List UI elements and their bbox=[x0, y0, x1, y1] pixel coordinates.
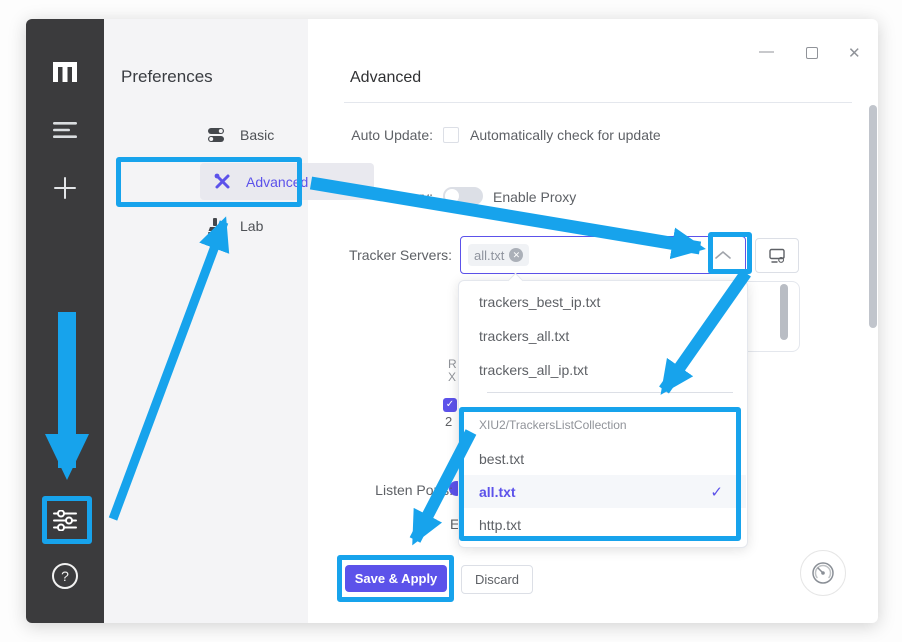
lab-icon bbox=[208, 218, 226, 234]
page-title: Advanced bbox=[350, 69, 421, 87]
proxy-toggle[interactable] bbox=[443, 187, 483, 205]
sidebar-item-label: Advanced bbox=[246, 174, 308, 190]
preferences-panel: Preferences Basic bbox=[104, 19, 308, 623]
tracker-servers-label: Tracker Servers: bbox=[292, 247, 452, 263]
tracker-servers-select[interactable]: all.txt ✕ bbox=[460, 236, 746, 274]
screenshot-root: ? Preferences Basic bbox=[0, 0, 902, 642]
sync-monitor-icon bbox=[768, 248, 786, 264]
occluded-hint-fragment: R bbox=[448, 357, 457, 371]
occluded-checkbox-fragment: ✓ bbox=[443, 398, 457, 412]
auto-update-checkbox-label[interactable]: Automatically check for update bbox=[470, 127, 661, 143]
tag-label: all.txt bbox=[474, 248, 504, 263]
proxy-label: Proxy: bbox=[273, 189, 433, 205]
toggle-knob bbox=[445, 189, 459, 203]
dropdown-item[interactable]: trackers_best_ip.txt bbox=[459, 285, 747, 319]
dropdown-item[interactable]: trackers_all_ip.txt bbox=[459, 353, 747, 387]
sidebar-item-label: Basic bbox=[240, 127, 274, 143]
sidebar-item-label: Lab bbox=[240, 218, 263, 234]
sync-trackers-button[interactable] bbox=[755, 238, 799, 273]
preferences-title: Preferences bbox=[121, 67, 213, 87]
preferences-sliders-icon[interactable] bbox=[53, 510, 77, 536]
dropdown-item[interactable]: best.txt bbox=[459, 442, 747, 476]
close-button[interactable]: ✕ bbox=[848, 44, 861, 62]
tag-close-icon[interactable]: ✕ bbox=[509, 248, 523, 262]
minimize-button[interactable]: — bbox=[759, 43, 774, 60]
tools-icon bbox=[214, 173, 232, 190]
app-sidebar: ? bbox=[26, 19, 104, 623]
dropdown-divider bbox=[487, 392, 733, 393]
tracker-dropdown: trackers_best_ip.txt trackers_all.txt tr… bbox=[458, 280, 748, 548]
discard-button[interactable]: Discard bbox=[461, 565, 533, 594]
listen-ports-label: Listen Ports: bbox=[293, 482, 453, 498]
main-scrollbar-thumb[interactable] bbox=[869, 105, 877, 328]
help-glyph: ? bbox=[61, 568, 69, 584]
occluded-text-fragment: 2 bbox=[445, 414, 452, 429]
dropdown-item[interactable]: http.txt bbox=[459, 508, 747, 542]
check-icon: ✓ bbox=[710, 483, 723, 501]
textarea-scrollbar-thumb[interactable] bbox=[780, 284, 788, 340]
dropdown-item-selected[interactable]: all.txt bbox=[459, 475, 747, 509]
dropdown-item[interactable]: trackers_all.txt bbox=[459, 319, 747, 353]
sidebar-item-lab[interactable]: Lab bbox=[194, 207, 386, 244]
occluded-hint-fragment: X bbox=[448, 370, 456, 384]
app-window: ? Preferences Basic bbox=[26, 19, 878, 623]
toggles-icon bbox=[208, 127, 226, 143]
task-list-icon[interactable] bbox=[53, 121, 77, 144]
help-icon[interactable]: ? bbox=[52, 563, 78, 589]
chevron-up-icon[interactable] bbox=[715, 250, 731, 260]
maximize-button[interactable] bbox=[806, 47, 818, 59]
header-divider bbox=[344, 102, 852, 103]
auto-update-label: Auto Update: bbox=[273, 127, 433, 143]
proxy-toggle-label: Enable Proxy bbox=[493, 189, 576, 205]
save-apply-button[interactable]: Save & Apply bbox=[345, 565, 447, 592]
motrix-logo bbox=[51, 60, 79, 89]
add-task-icon[interactable] bbox=[54, 177, 76, 204]
speed-limit-button[interactable] bbox=[800, 550, 846, 596]
dropdown-group-label: XIU2/TrackersListCollection bbox=[479, 413, 627, 437]
auto-update-checkbox[interactable] bbox=[443, 127, 459, 143]
selected-tracker-tag: all.txt ✕ bbox=[468, 244, 529, 266]
speedometer-icon bbox=[810, 560, 836, 586]
